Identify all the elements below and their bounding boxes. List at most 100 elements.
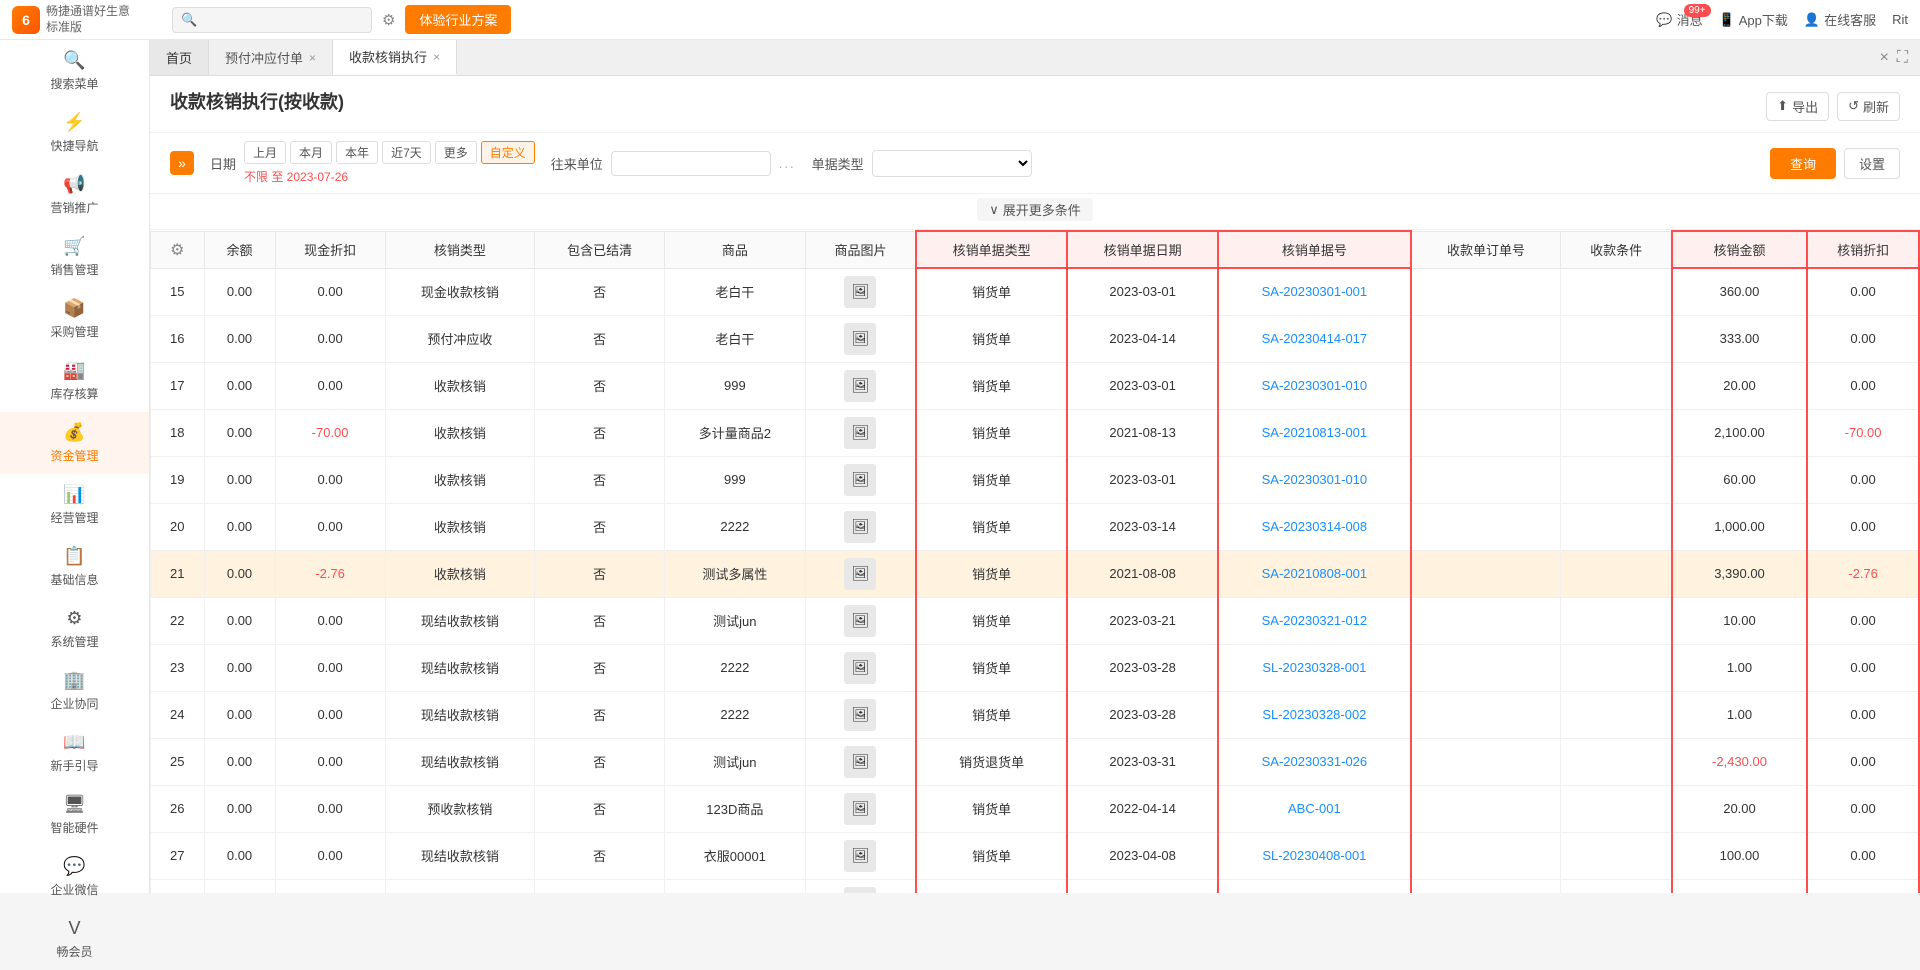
- cell-writeoff-date: 2023-04-18: [1067, 879, 1218, 893]
- writeoff-no-link[interactable]: ABC-001: [1288, 801, 1341, 816]
- cell-writeoff-no[interactable]: SA-20210808-001: [1218, 550, 1411, 597]
- filter-unit-input[interactable]: [611, 151, 771, 176]
- cell-writeoff-no[interactable]: SA-20230331-026: [1218, 738, 1411, 785]
- tab-prepaid-close[interactable]: ×: [309, 51, 316, 65]
- app-download-item[interactable]: 📱 App下载: [1719, 10, 1788, 29]
- cell-writeoff-type: 现结收款核销: [385, 644, 534, 691]
- cell-receipt-condition: [1561, 456, 1672, 503]
- cell-receipt-order-no: [1411, 785, 1561, 832]
- cell-writeoff-type: 现结收款核销: [385, 691, 534, 738]
- cell-writeoff-no[interactable]: SL-20230328-001: [1218, 644, 1411, 691]
- refresh-button[interactable]: ↺ 刷新: [1837, 92, 1900, 121]
- cell-balance: 0.00: [204, 315, 275, 362]
- cell-writeoff-no[interactable]: SA-20210813-001: [1218, 409, 1411, 456]
- writeoff-no-link[interactable]: SL-20230328-002: [1262, 707, 1366, 722]
- writeoff-no-link[interactable]: SA-20230301-001: [1262, 284, 1368, 299]
- writeoff-no-link[interactable]: SA-20230321-012: [1262, 613, 1368, 628]
- cell-writeoff-no[interactable]: SL-20230328-002: [1218, 691, 1411, 738]
- tab-prepaid[interactable]: 预付冲应付单 ×: [209, 40, 333, 75]
- cell-balance: 0.00: [204, 550, 275, 597]
- date-btn-last-month[interactable]: 上月: [244, 141, 286, 164]
- sidebar-item-label: 快捷导航: [50, 137, 98, 154]
- online-service-item[interactable]: 👤 在线客服: [1804, 10, 1876, 29]
- sidebar-item-finance[interactable]: 💰 资金管理: [0, 412, 149, 474]
- cell-include-settled: 否: [535, 503, 665, 550]
- date-btn-this-month[interactable]: 本月: [290, 141, 332, 164]
- cell-cash-discount: 0.00: [275, 832, 385, 879]
- tab-home[interactable]: 首页: [150, 40, 209, 75]
- writeoff-no-link[interactable]: SA-20230301-010: [1262, 378, 1368, 393]
- table-row: 18 0.00 -70.00 收款核销 否 多计量商品2 🖼 销货单 2021-…: [151, 409, 1920, 456]
- tab-collection[interactable]: 收款核销执行 ×: [333, 40, 457, 75]
- writeoff-no-link[interactable]: SA-20230331-026: [1262, 754, 1368, 769]
- cell-writeoff-no[interactable]: ABC-001: [1218, 785, 1411, 832]
- cell-writeoff-no[interactable]: SL-20230418-001: [1218, 879, 1411, 893]
- sidebar-item-operations[interactable]: 📊 经营管理: [0, 474, 149, 536]
- sidebar-item-quick-nav[interactable]: ⚡ 快捷导航: [0, 102, 149, 164]
- table-row: 28 0.00 0.00 现结收款核销 否 2222 🖼 销货单 2023-04…: [151, 879, 1920, 893]
- sidebar-item-purchase[interactable]: 📦 采购管理: [0, 288, 149, 350]
- date-btn-7days[interactable]: 近7天: [382, 141, 431, 164]
- tab-collection-close[interactable]: ×: [433, 50, 440, 64]
- table-row: 23 0.00 0.00 现结收款核销 否 2222 🖼 销货单 2023-03…: [151, 644, 1920, 691]
- expand-conditions-btn[interactable]: ∨ 展开更多条件: [977, 198, 1093, 221]
- service-icon: 👤: [1804, 12, 1820, 28]
- cell-writeoff-no[interactable]: SA-20230314-008: [1218, 503, 1411, 550]
- sidebar-item-guide[interactable]: 📖 新手引导: [0, 722, 149, 784]
- th-gear[interactable]: ⚙: [151, 231, 205, 268]
- sidebar-item-enterprise[interactable]: 🏢 企业协同: [0, 660, 149, 722]
- sidebar-item-wechat[interactable]: 💬 企业微信: [0, 846, 149, 908]
- cell-writeoff-no[interactable]: SA-20230414-017: [1218, 315, 1411, 362]
- sidebar-item-vip[interactable]: V 畅会员: [0, 908, 149, 970]
- writeoff-no-link[interactable]: SA-20230414-017: [1262, 331, 1368, 346]
- th-writeoff-bill-type: 核销单据类型: [916, 231, 1067, 268]
- cell-writeoff-discount: -70.00: [1807, 409, 1919, 456]
- cell-writeoff-no[interactable]: SA-20230321-012: [1218, 597, 1411, 644]
- cell-writeoff-bill-type: 销货单: [916, 456, 1067, 503]
- settings-gear-icon[interactable]: ⚙: [382, 11, 395, 29]
- writeoff-no-link[interactable]: SA-20230314-008: [1262, 519, 1368, 534]
- close-tab-btn[interactable]: ×: [1879, 49, 1888, 67]
- filter-settings-btn[interactable]: 设置: [1844, 148, 1900, 179]
- writeoff-no-link[interactable]: SA-20210808-001: [1262, 566, 1368, 581]
- cell-writeoff-no[interactable]: SA-20230301-010: [1218, 456, 1411, 503]
- sidebar-item-sales[interactable]: 🛒 销售管理: [0, 226, 149, 288]
- sidebar-item-marketing[interactable]: 📢 营销推广: [0, 164, 149, 226]
- sidebar-item-basic-info[interactable]: 📋 基础信息: [0, 536, 149, 598]
- industry-button[interactable]: 体验行业方案: [405, 5, 511, 34]
- writeoff-no-link[interactable]: SA-20230301-010: [1262, 472, 1368, 487]
- cell-writeoff-no[interactable]: SL-20230408-001: [1218, 832, 1411, 879]
- table-row: 22 0.00 0.00 现结收款核销 否 测试jun 🖼 销货单 2023-0…: [151, 597, 1920, 644]
- cell-writeoff-bill-type: 销货单: [916, 597, 1067, 644]
- sidebar-item-system[interactable]: ⚙ 系统管理: [0, 598, 149, 660]
- filter-query-btn[interactable]: 查询: [1770, 148, 1836, 179]
- cell-writeoff-discount: 0.00: [1807, 879, 1919, 893]
- date-btn-more[interactable]: 更多: [435, 141, 477, 164]
- fullscreen-btn[interactable]: ⛶: [1897, 49, 1908, 67]
- sidebar: 🔍 搜索菜单 ⚡ 快捷导航 📢 营销推广 🛒 销售管理 📦 采购管理 🏭 库存核…: [0, 40, 150, 893]
- sidebar-item-smart-hardware[interactable]: 🖥 智能硬件: [0, 784, 149, 846]
- search-icon: 🔍: [181, 12, 197, 28]
- cell-writeoff-no[interactable]: SA-20230301-010: [1218, 362, 1411, 409]
- search-input[interactable]: [197, 13, 337, 27]
- messages-item[interactable]: 💬 消息 99+: [1656, 10, 1702, 29]
- search-box[interactable]: 🔍: [172, 7, 372, 33]
- cell-writeoff-type: 现结收款核销: [385, 832, 534, 879]
- writeoff-no-link[interactable]: SL-20230408-001: [1262, 848, 1366, 863]
- writeoff-no-link[interactable]: SA-20210813-001: [1262, 425, 1368, 440]
- date-btn-custom[interactable]: 自定义: [481, 141, 535, 164]
- sidebar-item-inventory[interactable]: 🏭 库存核算: [0, 350, 149, 412]
- sidebar-item-search-menu[interactable]: 🔍 搜索菜单: [0, 40, 149, 102]
- cell-writeoff-amount: 360.00: [1672, 268, 1807, 315]
- writeoff-no-link[interactable]: SL-20230328-001: [1262, 660, 1366, 675]
- table-row: 25 0.00 0.00 现结收款核销 否 测试jun 🖼 销货退货单 2023…: [151, 738, 1920, 785]
- sidebar-item-label: 营销推广: [50, 199, 98, 216]
- date-btn-this-year[interactable]: 本年: [336, 141, 378, 164]
- filter-expand-btn[interactable]: »: [170, 151, 194, 175]
- table-row: 19 0.00 0.00 收款核销 否 999 🖼 销货单 2023-03-01…: [151, 456, 1920, 503]
- filter-type-select[interactable]: [872, 150, 1032, 177]
- cell-writeoff-no[interactable]: SA-20230301-001: [1218, 268, 1411, 315]
- cell-receipt-condition: [1561, 315, 1672, 362]
- user-item[interactable]: Rit: [1892, 12, 1908, 27]
- export-button[interactable]: ⬆ 导出: [1766, 92, 1829, 121]
